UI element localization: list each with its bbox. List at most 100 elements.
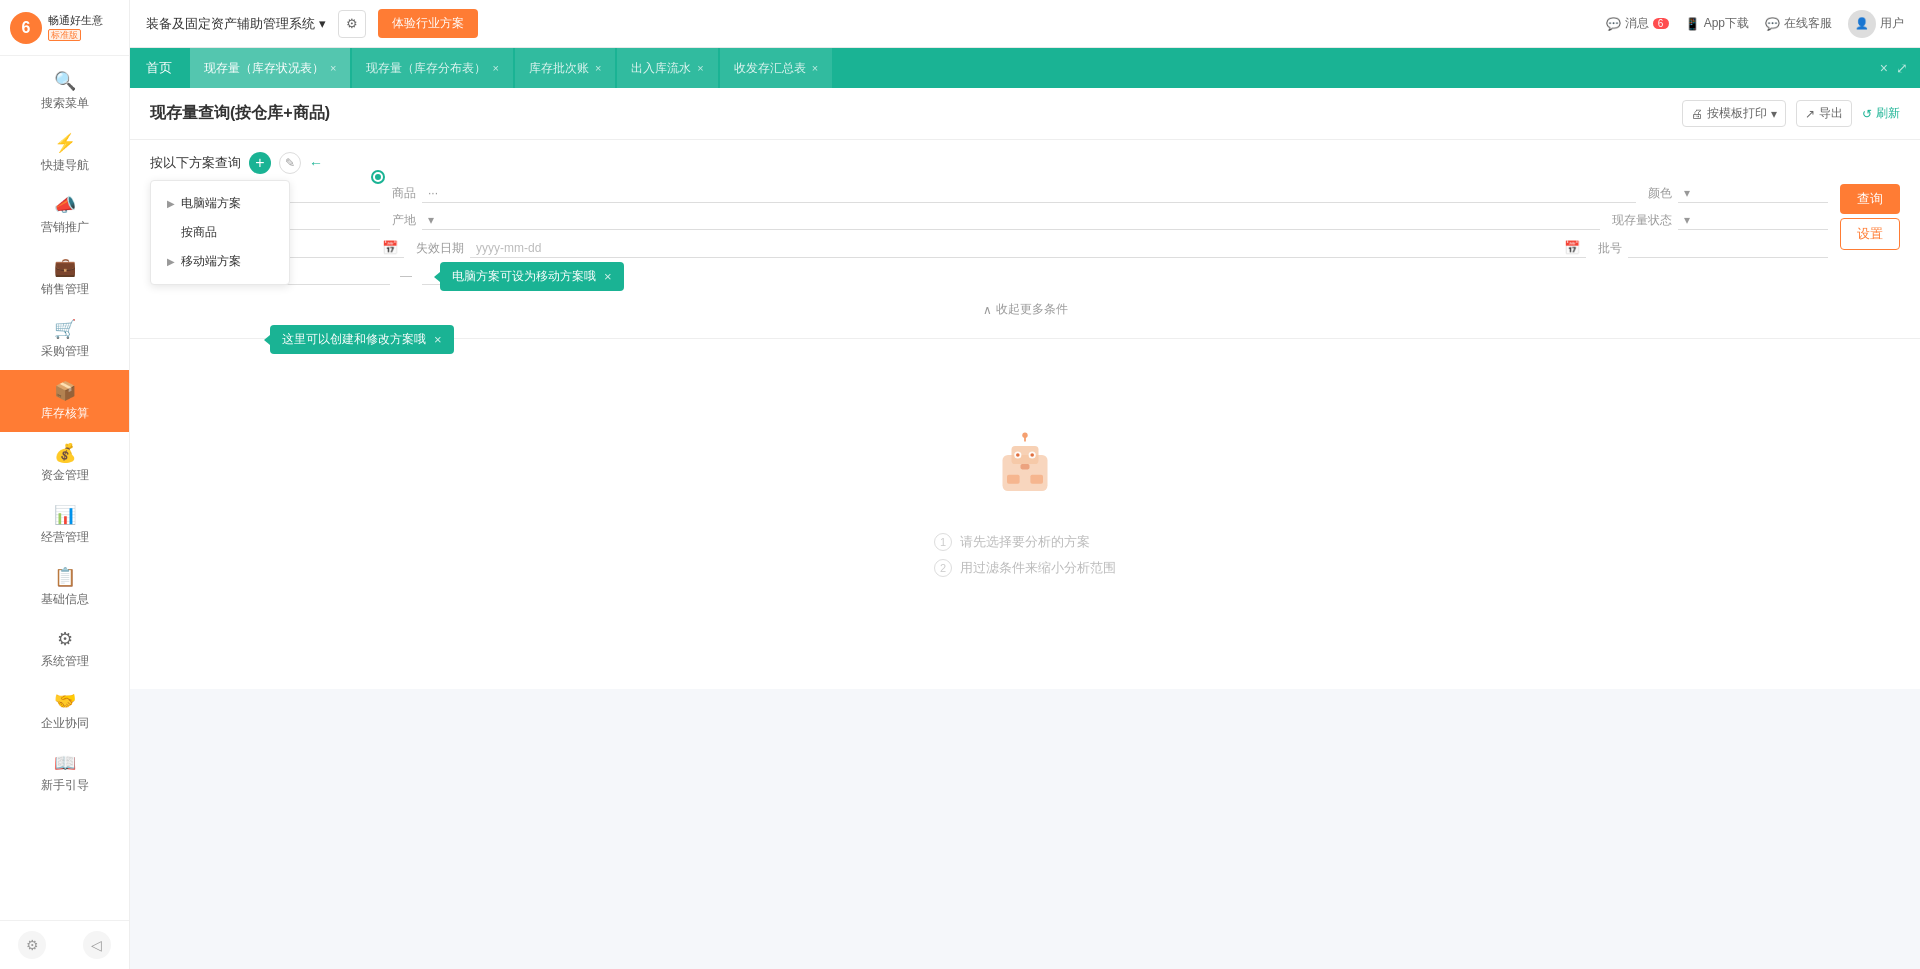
sidebar-settings-btn[interactable]: ⚙: [18, 931, 46, 959]
filter-row-3: 生产日期 yyyy-mm-dd 📅 失效日期 yyyy-mm-dd 📅: [150, 238, 1828, 258]
sidebar-item-marketing[interactable]: 📣 营销推广: [0, 184, 129, 246]
sidebar-item-operations[interactable]: 📊 经营管理: [0, 494, 129, 556]
filter-item-color: 颜色 ▾: [1648, 184, 1828, 203]
filter-item-origin: 产地 ▾: [392, 211, 1600, 230]
enterprise-icon: 🤝: [54, 690, 76, 712]
svg-rect-6: [1021, 464, 1030, 469]
filter-row-4: 现存量（主） —: [150, 266, 1828, 285]
system-icon: ⚙: [57, 628, 73, 650]
tab-flow-close[interactable]: ×: [697, 62, 703, 74]
tab-flow-label: 出入库流水: [631, 60, 691, 77]
sidebar-item-sales[interactable]: 💼 销售管理: [0, 246, 129, 308]
schema-item-pc[interactable]: ▶ 电脑端方案: [151, 189, 289, 218]
sidebar-item-purchase[interactable]: 🛒 采购管理: [0, 308, 129, 370]
tab-summary[interactable]: 收发存汇总表 ×: [720, 48, 832, 88]
stock-main-dash: —: [400, 269, 412, 283]
app-download-action[interactable]: 📱 App下载: [1685, 15, 1749, 32]
stock-status-dropdown-icon: ▾: [1684, 213, 1690, 227]
refresh-icon: ↺: [1862, 107, 1872, 121]
tab-batch-account-close[interactable]: ×: [595, 62, 601, 74]
tab-inventory-dist[interactable]: 现存量（库存分布表） ×: [352, 48, 512, 88]
sidebar-item-finance[interactable]: 💰 资金管理: [0, 432, 129, 494]
origin-label: 产地: [392, 212, 416, 229]
sidebar-bottom: ⚙ ◁: [0, 920, 129, 969]
filter-item-stock-status: 现存量状态 ▾: [1612, 211, 1828, 230]
origin-select[interactable]: ▾: [422, 211, 1600, 230]
sidebar-item-search-label: 搜索菜单: [41, 95, 89, 112]
sidebar-item-basic[interactable]: 📋 基础信息: [0, 556, 129, 618]
logo-tag: 标准版: [48, 29, 81, 41]
tab-inventory-status-close[interactable]: ×: [330, 62, 336, 74]
sidebar-item-system[interactable]: ⚙ 系统管理: [0, 618, 129, 680]
schema-item-product[interactable]: 按商品: [151, 218, 289, 247]
product-select[interactable]: ···: [422, 184, 1636, 203]
tooltip-edit-text: 这里可以创建和修改方案哦: [282, 331, 426, 348]
tooltip-pc: 电脑方案可设为移动方案哦 ×: [440, 262, 624, 291]
support-icon: 💬: [1765, 17, 1780, 31]
tab-flow[interactable]: 出入库流水 ×: [617, 48, 717, 88]
exp-date-calendar-icon[interactable]: 📅: [1564, 240, 1580, 255]
stock-status-label: 现存量状态: [1612, 212, 1672, 229]
operations-icon: 📊: [54, 504, 76, 526]
sidebar-item-search[interactable]: 🔍 搜索菜单: [0, 60, 129, 122]
tab-batch-account-label: 库存批次账: [529, 60, 589, 77]
online-support-action[interactable]: 💬 在线客服: [1765, 15, 1832, 32]
basic-icon: 📋: [54, 566, 76, 588]
collapse-up-icon: ∧: [983, 303, 992, 317]
system-title: 装备及固定资产辅助管理系统: [146, 15, 315, 33]
filter-add-button[interactable]: +: [249, 152, 271, 174]
sidebar-item-system-label: 系统管理: [41, 653, 89, 670]
exp-date-input[interactable]: yyyy-mm-dd 📅: [470, 238, 1586, 258]
svg-point-4: [1016, 453, 1020, 457]
sidebar-item-inventory[interactable]: 📦 库存核算: [0, 370, 129, 432]
tooltip-edit-close[interactable]: ×: [434, 332, 442, 347]
system-title-area[interactable]: 装备及固定资产辅助管理系统 ▾: [146, 15, 326, 33]
sidebar-nav: 🔍 搜索菜单 ⚡ 快捷导航 📣 营销推广 💼 销售管理 🛒 采购管理 📦 库存核…: [0, 56, 129, 920]
tab-close-all-icon[interactable]: ×: [1880, 60, 1888, 76]
sidebar-item-guide[interactable]: 📖 新手引导: [0, 742, 129, 804]
sidebar-item-enterprise[interactable]: 🤝 企业协同: [0, 680, 129, 742]
logo-text: 畅通好生意 标准版: [48, 13, 103, 42]
refresh-button[interactable]: ↺ 刷新: [1862, 105, 1900, 122]
tab-expand-icon[interactable]: ⤢: [1896, 60, 1908, 76]
sidebar-collapse-btn[interactable]: ◁: [83, 931, 111, 959]
tab-home-label: 首页: [146, 59, 172, 77]
print-label: 按模板打印: [1707, 105, 1767, 122]
sidebar-item-guide-label: 新手引导: [41, 777, 89, 794]
user-area[interactable]: 👤 用户: [1848, 10, 1904, 38]
tab-inventory-dist-label: 现存量（库存分布表）: [366, 60, 486, 77]
refresh-label: 刷新: [1876, 105, 1900, 122]
message-label: 消息: [1625, 15, 1649, 32]
sidebar-item-inventory-label: 库存核算: [41, 405, 89, 422]
tab-batch-account[interactable]: 库存批次账 ×: [515, 48, 615, 88]
message-action[interactable]: 💬 消息 6: [1606, 15, 1669, 32]
tab-inventory-dist-close[interactable]: ×: [492, 62, 498, 74]
step1-text: 请先选择要分析的方案: [960, 529, 1090, 555]
exp-date-label: 失效日期: [416, 240, 464, 257]
collapse-button[interactable]: ∧ 收起更多条件: [150, 293, 1900, 326]
filter-arrow-button[interactable]: ←: [309, 155, 323, 171]
batch-input[interactable]: [1628, 239, 1828, 258]
reset-button[interactable]: 设置: [1840, 218, 1900, 250]
prod-date-calendar-icon[interactable]: 📅: [382, 240, 398, 255]
export-button[interactable]: ↗ 导出: [1796, 100, 1852, 127]
schema-tree: ▶ 电脑端方案 按商品 ▶ 移动端方案: [150, 180, 290, 285]
tab-home[interactable]: 首页: [130, 48, 188, 88]
sidebar-item-finance-label: 资金管理: [41, 467, 89, 484]
print-button[interactable]: 🖨 按模板打印 ▾: [1682, 100, 1786, 127]
sidebar-item-quicknav[interactable]: ⚡ 快捷导航: [0, 122, 129, 184]
schema-item-mobile[interactable]: ▶ 移动端方案: [151, 247, 289, 276]
tab-inventory-status[interactable]: 现存量（库存状况表） ×: [190, 48, 350, 88]
stock-status-select[interactable]: ▾: [1678, 211, 1828, 230]
empty-steps: 1 请先选择要分析的方案 2 用过滤条件来缩小分析范围: [934, 529, 1116, 581]
query-button[interactable]: 查询: [1840, 184, 1900, 214]
filter-row-1: 仓库 ··· 商品 ··· 颜色: [150, 184, 1828, 203]
settings-button[interactable]: ⚙: [338, 10, 366, 38]
page-actions: 🖨 按模板打印 ▾ ↗ 导出 ↺ 刷新: [1682, 100, 1900, 127]
color-select[interactable]: ▾: [1678, 184, 1828, 203]
logo-icon: 6: [10, 12, 42, 44]
tooltip-pc-close[interactable]: ×: [604, 269, 612, 284]
trial-button[interactable]: 体验行业方案: [378, 9, 478, 38]
tab-summary-close[interactable]: ×: [812, 62, 818, 74]
filter-edit-button[interactable]: ✎: [279, 152, 301, 174]
